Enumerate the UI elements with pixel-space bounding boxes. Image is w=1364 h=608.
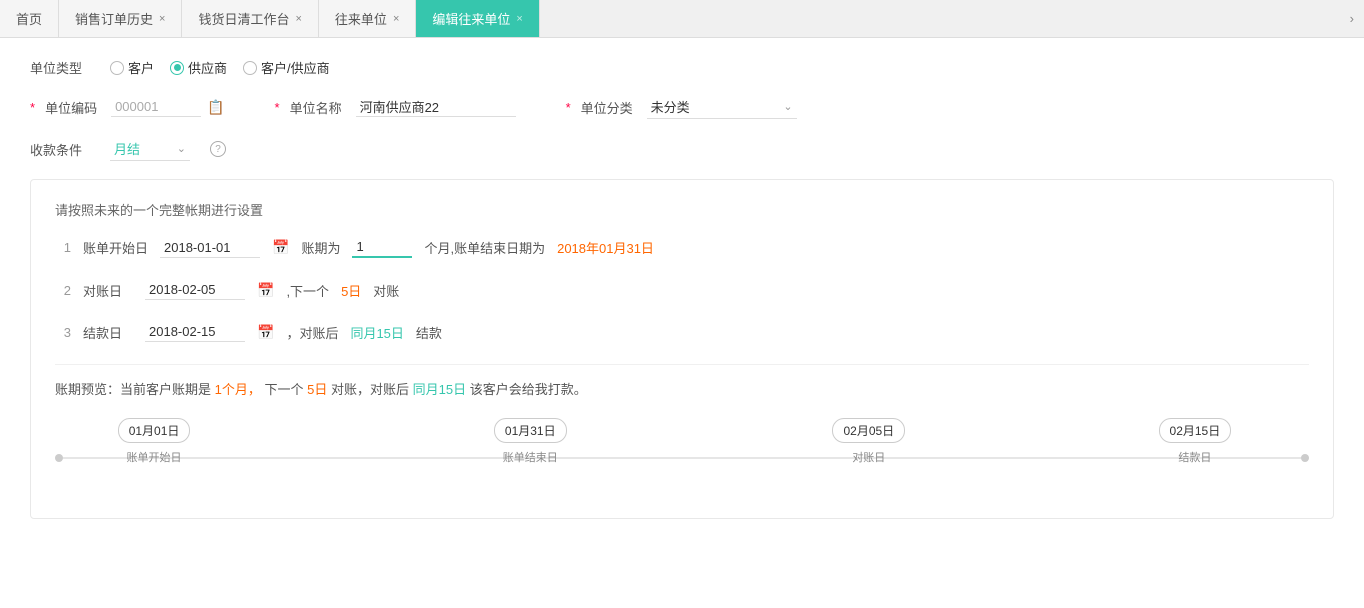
settings-card: 请按照未来的一个完整帐期进行设置 1 账单开始日 📅 账期为 个月,账单结束日期… bbox=[30, 179, 1334, 519]
reconcile-date-input[interactable] bbox=[145, 280, 245, 300]
code-required-star: * bbox=[30, 100, 35, 115]
preview-part2-highlight: 5日 bbox=[307, 382, 327, 397]
period-input[interactable] bbox=[352, 237, 412, 258]
settle-date-input[interactable] bbox=[145, 322, 245, 342]
category-field: * 单位分类 未分类 ⌄ bbox=[566, 95, 797, 119]
setting-row-2: 2 对账日 📅 ,下一个 5日 对账 bbox=[55, 280, 1309, 300]
chevron-down-icon: ⌄ bbox=[783, 100, 792, 113]
setting-row-3: 3 结款日 📅 ，对账后 同月15日 结款 bbox=[55, 322, 1309, 342]
tabs-bar: 首页 销售订单历史 × 钱货日清工作台 × 往来单位 × 编辑往来单位 × › bbox=[0, 0, 1364, 38]
timeline-label-3: 对账日 bbox=[852, 449, 885, 465]
setting-row-1: 1 账单开始日 📅 账期为 个月,账单结束日期为 2018年01月31日 bbox=[55, 237, 1309, 258]
payment-select[interactable]: 月结 ⌄ bbox=[110, 137, 190, 161]
timeline-bubble-4: 02月15日 bbox=[1159, 418, 1232, 443]
timeline-bubble-1: 01月01日 bbox=[118, 418, 191, 443]
payment-row: 收款条件 月结 ⌄ ? bbox=[30, 137, 1334, 161]
payment-label: 收款条件 bbox=[30, 140, 90, 159]
start-date-input[interactable] bbox=[160, 238, 260, 258]
code-name-category-row: * 单位编码 📋 * 单位名称 * 单位分类 未分类 ⌄ bbox=[30, 95, 1334, 119]
payment-value: 月结 bbox=[114, 139, 173, 158]
reconcile-prefix: ,下一个 bbox=[286, 281, 329, 300]
tab-cashflow[interactable]: 钱货日清工作台 × bbox=[182, 0, 318, 37]
timeline-label-4: 结款日 bbox=[1178, 449, 1211, 465]
preview-part1: 1个月， bbox=[215, 382, 261, 397]
radio-circle-supplier bbox=[170, 61, 184, 75]
category-required-star: * bbox=[566, 100, 571, 115]
row-num-1: 1 bbox=[55, 240, 71, 255]
radio-group-unit-type: 客户 供应商 客户/供应商 bbox=[110, 58, 330, 77]
preview-text: 账期预览：当前客户账期是 1个月， 下一个 5日 对账，对账后 同月15日 该客… bbox=[55, 379, 1309, 398]
close-icon[interactable]: × bbox=[159, 13, 165, 25]
preview-part3-highlight: 同月15日 bbox=[413, 382, 466, 397]
settle-suffix: 结款 bbox=[416, 323, 442, 342]
timeline-node-4: 02月15日 结款日 bbox=[1159, 418, 1232, 465]
timeline-node-3: 02月05日 对账日 bbox=[832, 418, 905, 465]
chevron-down-icon: ⌄ bbox=[177, 142, 186, 155]
tab-edit-partner[interactable]: 编辑往来单位 × bbox=[416, 0, 539, 37]
radio-circle-customer bbox=[110, 61, 124, 75]
radio-customer[interactable]: 客户 bbox=[110, 58, 154, 77]
unit-type-label: 单位类型 bbox=[30, 58, 90, 77]
reconcile-suffix: 对账 bbox=[373, 281, 399, 300]
period-end-date: 2018年01月31日 bbox=[557, 238, 654, 257]
close-icon[interactable]: × bbox=[295, 13, 301, 25]
category-select[interactable]: 未分类 ⌄ bbox=[647, 95, 797, 119]
close-icon[interactable]: × bbox=[516, 13, 522, 25]
timeline: 01月01日 账单开始日 01月31日 账单结束日 02月05日 对账日 02月… bbox=[55, 418, 1309, 498]
row-num-3: 3 bbox=[55, 325, 71, 340]
page-content: 单位类型 客户 供应商 客户/供应商 * 单位编码 📋 * 单位名称 bbox=[0, 38, 1364, 608]
copy-icon[interactable]: 📋 bbox=[207, 99, 224, 116]
timeline-label-2: 账单结束日 bbox=[503, 449, 558, 465]
name-input[interactable] bbox=[356, 97, 516, 117]
timeline-bubble-2: 01月31日 bbox=[494, 418, 567, 443]
period-after-label: 个月,账单结束日期为 bbox=[424, 238, 545, 257]
name-field: * 单位名称 bbox=[275, 97, 516, 117]
settle-highlight: 同月15日 bbox=[350, 323, 403, 342]
code-label: 单位编码 bbox=[45, 98, 105, 117]
timeline-label-1: 账单开始日 bbox=[127, 449, 182, 465]
tab-sales-history[interactable]: 销售订单历史 × bbox=[59, 0, 182, 37]
row-type-2: 对账日 bbox=[83, 281, 133, 300]
period-before-label: 账期为 bbox=[301, 238, 340, 257]
radio-circle-both bbox=[243, 61, 257, 75]
code-input[interactable] bbox=[111, 97, 201, 117]
card-title: 请按照未来的一个完整帐期进行设置 bbox=[55, 200, 1309, 219]
timeline-end-dot bbox=[1301, 454, 1309, 462]
preview-part4: 该客户会给我打款。 bbox=[470, 382, 587, 397]
preview-label: 账期预览：当前客户账期是 bbox=[55, 382, 211, 397]
preview-part3: 对账，对账后 bbox=[331, 382, 409, 397]
timeline-line bbox=[55, 458, 1309, 459]
unit-type-row: 单位类型 客户 供应商 客户/供应商 bbox=[30, 58, 1334, 77]
settle-prefix: ，对账后 bbox=[286, 323, 338, 342]
calendar-icon-3[interactable]: 📅 bbox=[257, 324, 274, 341]
code-field: * 单位编码 📋 bbox=[30, 97, 225, 117]
preview-part2: 下一个 bbox=[265, 382, 304, 397]
row-type-3: 结款日 bbox=[83, 323, 133, 342]
reconcile-highlight: 5日 bbox=[341, 281, 361, 300]
calendar-icon-1[interactable]: 📅 bbox=[272, 239, 289, 256]
preview-section: 账期预览：当前客户账期是 1个月， 下一个 5日 对账，对账后 同月15日 该客… bbox=[55, 364, 1309, 498]
calendar-icon-2[interactable]: 📅 bbox=[257, 282, 274, 299]
name-required-star: * bbox=[275, 100, 280, 115]
tab-partners[interactable]: 往来单位 × bbox=[319, 0, 416, 37]
radio-supplier[interactable]: 供应商 bbox=[170, 58, 227, 77]
row-type-1: 账单开始日 bbox=[83, 238, 148, 257]
radio-both[interactable]: 客户/供应商 bbox=[243, 58, 330, 77]
tab-home[interactable]: 首页 bbox=[0, 0, 59, 37]
timeline-bubble-3: 02月05日 bbox=[832, 418, 905, 443]
category-label: 单位分类 bbox=[581, 98, 641, 117]
close-icon[interactable]: × bbox=[393, 13, 399, 25]
help-icon[interactable]: ? bbox=[210, 141, 226, 157]
row-num-2: 2 bbox=[55, 283, 71, 298]
timeline-node-2: 01月31日 账单结束日 bbox=[494, 418, 567, 465]
name-label: 单位名称 bbox=[290, 98, 350, 117]
tab-expand-button[interactable]: › bbox=[1340, 0, 1364, 37]
timeline-node-1: 01月01日 账单开始日 bbox=[118, 418, 191, 465]
timeline-start-dot bbox=[55, 454, 63, 462]
